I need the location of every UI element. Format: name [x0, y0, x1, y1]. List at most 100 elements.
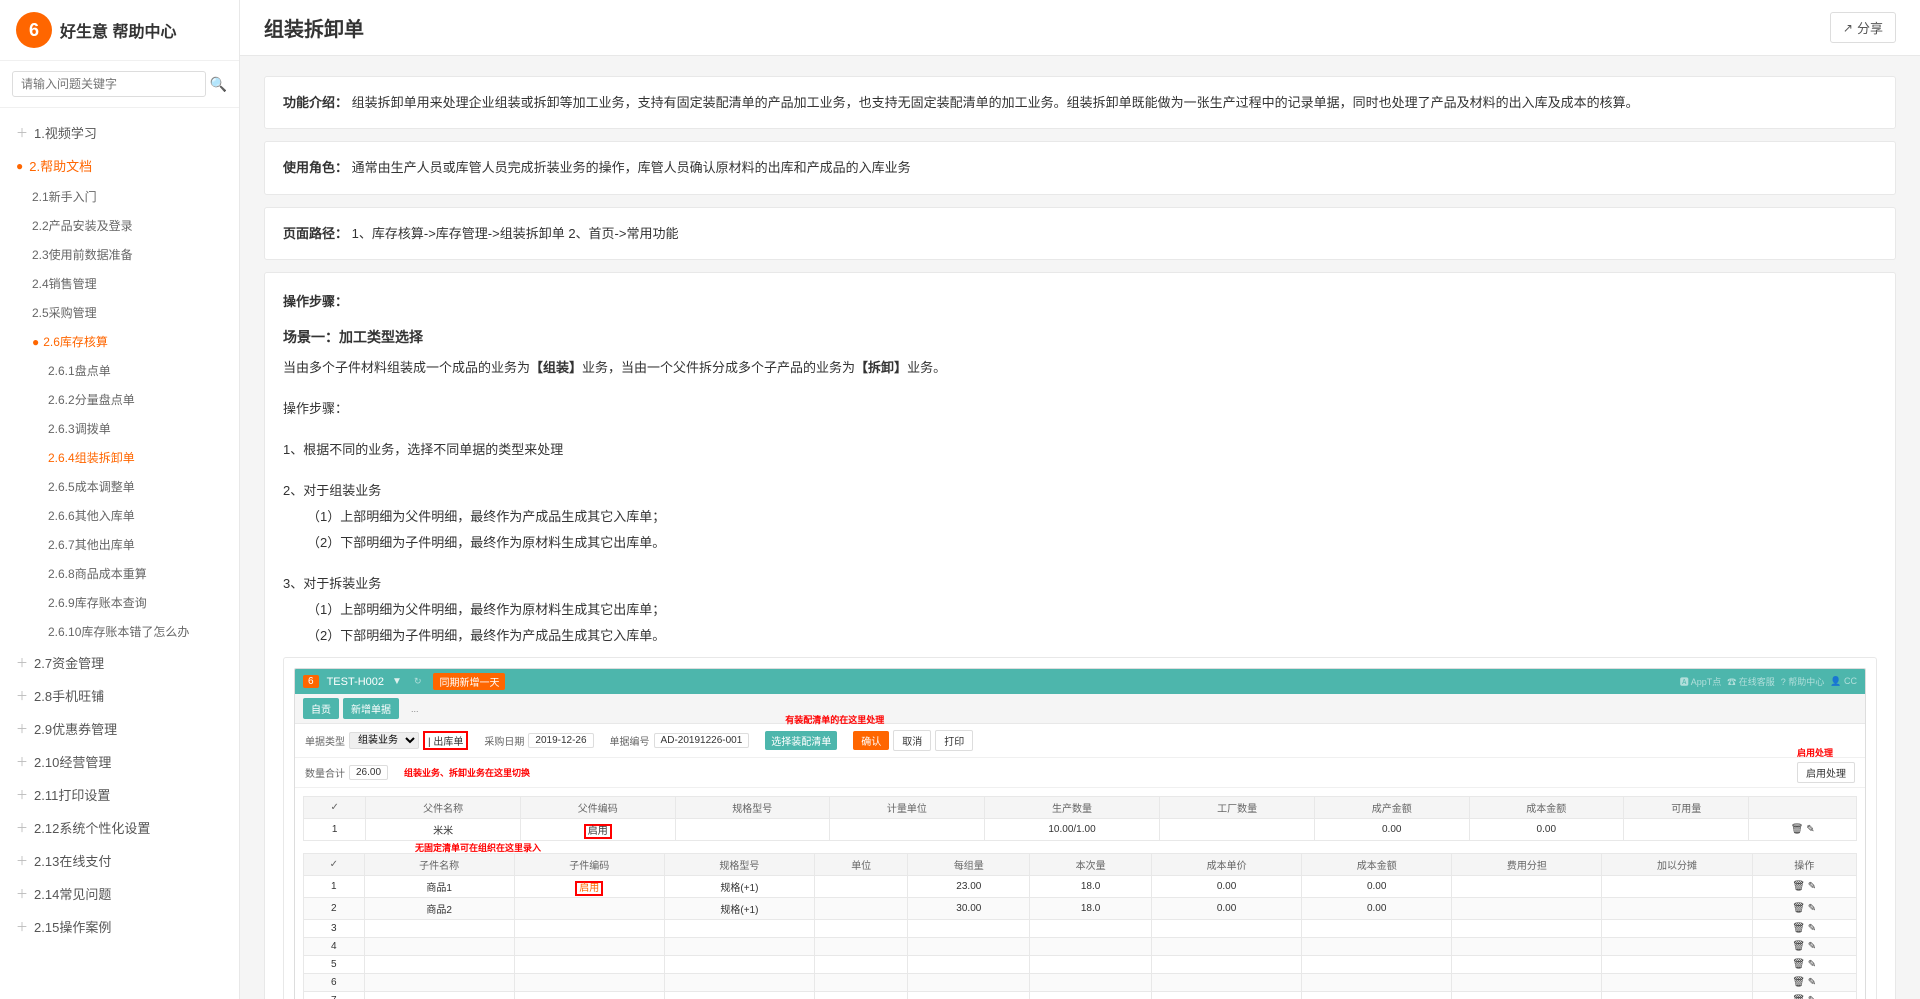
order-num-value[interactable]: AD-20191226-001 — [654, 733, 750, 748]
cancel-btn[interactable]: 取消 — [893, 730, 931, 751]
appstore-icon: 🅰 AppT点 — [1680, 675, 1722, 688]
sidebar-item-docs-24[interactable]: 2.4销售管理 — [0, 269, 239, 298]
sidebar-item-docs-26[interactable]: ● 2.6库存核算 — [0, 327, 239, 356]
sidebar-item-docs-214[interactable]: ＋ 2.14常见问题 — [0, 877, 239, 910]
table-row: 7🗑 ✎ — [304, 992, 1857, 999]
role-label: 使用角色： — [283, 160, 348, 175]
plus-icon-28: ＋ — [16, 687, 28, 704]
sidebar-item-docs-215[interactable]: ＋ 2.15操作案例 — [0, 910, 239, 943]
sidebar: 6 好生意 帮助中心 🔍 ＋ 1.视频学习 ● 2.帮助文档 2.1新手入门 2… — [0, 0, 240, 999]
table-row: 6🗑 ✎ — [304, 974, 1857, 992]
sidebar-item-docs-25[interactable]: 2.5采购管理 — [0, 298, 239, 327]
search-box[interactable]: 🔍 — [0, 61, 239, 108]
intro-text: 组装拆卸单用来处理企业组装或拆卸等加工业务，支持有固定装配清单的产品加工业务，也… — [352, 95, 1639, 110]
scene1-desc: 当由多个子件材料组装成一个成品的业务为【组装】业务，当由一个父件拆分成多个子产品… — [283, 355, 1877, 381]
sidebar-item-docs-28[interactable]: ＋ 2.8手机旺铺 — [0, 679, 239, 712]
app-sub-toolbar: 自贡 新增单据 ... — [295, 694, 1865, 724]
sidebar-item-docs-262[interactable]: 2.6.2分量盘点单 — [0, 385, 239, 414]
sidebar-item-docs[interactable]: ● 2.帮助文档 — [0, 149, 239, 182]
page-title: 组装拆卸单 — [264, 13, 364, 42]
table-row: 1 商品1 启用 规格(+1) 23.00 18.0 0.00 0.00 — [304, 876, 1857, 898]
sidebar-item-docs-23[interactable]: 2.3使用前数据准备 — [0, 240, 239, 269]
table-row: 2 商品2 规格(+1) 30.00 18.0 0.00 0.00 — [304, 898, 1857, 920]
plus-icon-215: ＋ — [16, 918, 28, 935]
date-value[interactable]: 2019-12-26 — [528, 733, 593, 748]
annotation-enable: 启用处理 — [1797, 746, 1833, 759]
order-type-select[interactable]: 组装业务 拆卸业务 — [349, 732, 419, 749]
sidebar-item-docs-266[interactable]: 2.6.6其他入库单 — [0, 501, 239, 530]
sidebar-item-docs-212[interactable]: ＋ 2.12系统个性化设置 — [0, 811, 239, 844]
bom-select-btn[interactable]: 选择装配清单 — [765, 731, 837, 750]
dropdown-arrow: ▼ — [392, 676, 402, 687]
quantity-row: 数量合计 26.00 — [305, 765, 388, 780]
sidebar-item-docs-267[interactable]: 2.6.7其他出库单 — [0, 530, 239, 559]
sidebar-item-docs-27[interactable]: ＋ 2.7资金管理 — [0, 646, 239, 679]
screenshot-container: 6 TEST-H002 ▼ ↻ 同期新增一天 🅰 AppT点 ☎ 在线客服 ? … — [283, 657, 1877, 999]
annotation-type-switch: 组装业务、拆卸业务在这里切换 — [404, 768, 530, 778]
enable-btn[interactable]: 启用处理 — [1797, 762, 1855, 783]
contact-icon: ☎ 在线客服 — [1727, 675, 1775, 688]
plus-icon: ＋ — [16, 124, 28, 141]
help-icon: ? 帮助中心 — [1781, 675, 1825, 688]
scene1-title: 场景一：加工类型选择 — [283, 323, 1877, 351]
sidebar-item-docs-29[interactable]: ＋ 2.9优惠券管理 — [0, 712, 239, 745]
sidebar-item-docs-2610[interactable]: 2.6.10库存账本错了怎么办 — [0, 617, 239, 646]
share-button[interactable]: ↗ 分享 — [1830, 12, 1896, 43]
minus-icon-26: ● — [32, 335, 39, 349]
ops-label: 操作步骤： — [283, 289, 1877, 315]
user-icon: 👤 CC — [1830, 676, 1857, 687]
steps-block: 操作步骤： 场景一：加工类型选择 当由多个子件材料组装成一个成品的业务为【组装】… — [264, 272, 1896, 999]
sidebar-item-docs-210[interactable]: ＋ 2.10经营管理 — [0, 745, 239, 778]
tab-new-order[interactable]: 新增单据 — [343, 698, 399, 719]
app-logo-small: 6 — [303, 675, 319, 688]
plus-icon-27: ＋ — [16, 654, 28, 671]
scene1-ops: 操作步骤： — [283, 396, 1877, 422]
plus-icon-213: ＋ — [16, 852, 28, 869]
sidebar-item-video[interactable]: ＋ 1.视频学习 — [0, 116, 239, 149]
search-input[interactable] — [12, 71, 206, 97]
plus-icon-211: ＋ — [16, 786, 28, 803]
main-content: 组装拆卸单 ↗ 分享 功能介绍： 组装拆卸单用来处理企业组装或拆卸等加工业务，支… — [240, 0, 1920, 999]
confirm-btn[interactable]: 确认 — [853, 731, 889, 750]
sidebar-item-docs-211[interactable]: ＋ 2.11打印设置 — [0, 778, 239, 811]
sidebar-item-docs-265[interactable]: 2.6.5成本调整单 — [0, 472, 239, 501]
plus-icon-29: ＋ — [16, 720, 28, 737]
intro-label: 功能介绍： — [283, 95, 348, 110]
content-area: 功能介绍： 组装拆卸单用来处理企业组装或拆卸等加工业务，支持有固定装配清单的产品… — [240, 56, 1920, 999]
step2-1: （1）上部明细为父件明细，最终作为产成品生成其它入库单； — [307, 504, 1877, 530]
table-row: 5🗑 ✎ — [304, 956, 1857, 974]
sidebar-item-docs-213[interactable]: ＋ 2.13在线支付 — [0, 844, 239, 877]
sidebar-header: 6 好生意 帮助中心 — [0, 0, 239, 61]
search-button[interactable]: 🔍 — [210, 76, 227, 93]
role-block: 使用角色： 通常由生产人员或库管人员完成折装业务的操作，库管人员确认原材料的出库… — [264, 141, 1896, 194]
sidebar-item-docs-269[interactable]: 2.6.9库存账本查询 — [0, 588, 239, 617]
print-btn[interactable]: 打印 — [935, 730, 973, 751]
role-text: 通常由生产人员或库管人员完成折装业务的操作，库管人员确认原材料的出库和产成品的入… — [352, 160, 911, 175]
sidebar-item-docs-263[interactable]: 2.6.3调拨单 — [0, 414, 239, 443]
date-field: 采购日期 2019-12-26 — [484, 733, 593, 748]
type-highlight: | 出库单 — [423, 731, 468, 750]
new-order-btn[interactable]: 同期新增一天 — [433, 673, 505, 690]
sidebar-item-docs-261[interactable]: 2.6.1盘点单 — [0, 356, 239, 385]
table-row: 3🗑 ✎ — [304, 920, 1857, 938]
sidebar-item-docs-268[interactable]: 2.6.8商品成本重算 — [0, 559, 239, 588]
enable-area: 启用处理 启用处理 — [1797, 762, 1855, 783]
top-bar: 组装拆卸单 ↗ 分享 — [240, 0, 1920, 56]
sidebar-item-docs-22[interactable]: 2.2产品安装及登录 — [0, 211, 239, 240]
titlebar-id: TEST-H002 — [327, 676, 384, 688]
type-switch-area: 组装业务、拆卸业务在这里切换 — [404, 766, 530, 779]
form-header: 单据类型 组装业务 拆卸业务 | 出库单 采购日期 2019-12-26 — [295, 724, 1865, 758]
plus-icon-210: ＋ — [16, 753, 28, 770]
step2: 2、对于组装业务 — [283, 478, 1877, 504]
order-num-field: 单据编号 AD-20191226-001 — [610, 733, 750, 748]
action-btns: 确认 取消 打印 — [853, 730, 973, 751]
sidebar-item-docs-264[interactable]: 2.6.4组装拆卸单 — [0, 443, 239, 472]
step1: 1、根据不同的业务，选择不同单据的类型来处理 — [283, 437, 1877, 463]
tab-my[interactable]: 自贡 — [303, 698, 339, 719]
path-block: 页面路径： 1、库存核算->库存管理->组装拆卸单 2、首页->常用功能 — [264, 207, 1896, 260]
sub-header: 数量合计 26.00 组装业务、拆卸业务在这里切换 启用处理 启用处理 — [295, 758, 1865, 788]
sidebar-item-docs-21[interactable]: 2.1新手入门 — [0, 182, 239, 211]
intro-block: 功能介绍： 组装拆卸单用来处理企业组装或拆卸等加工业务，支持有固定装配清单的产品… — [264, 76, 1896, 129]
breadcrumb-app: ... — [411, 704, 419, 714]
plus-icon-214: ＋ — [16, 885, 28, 902]
